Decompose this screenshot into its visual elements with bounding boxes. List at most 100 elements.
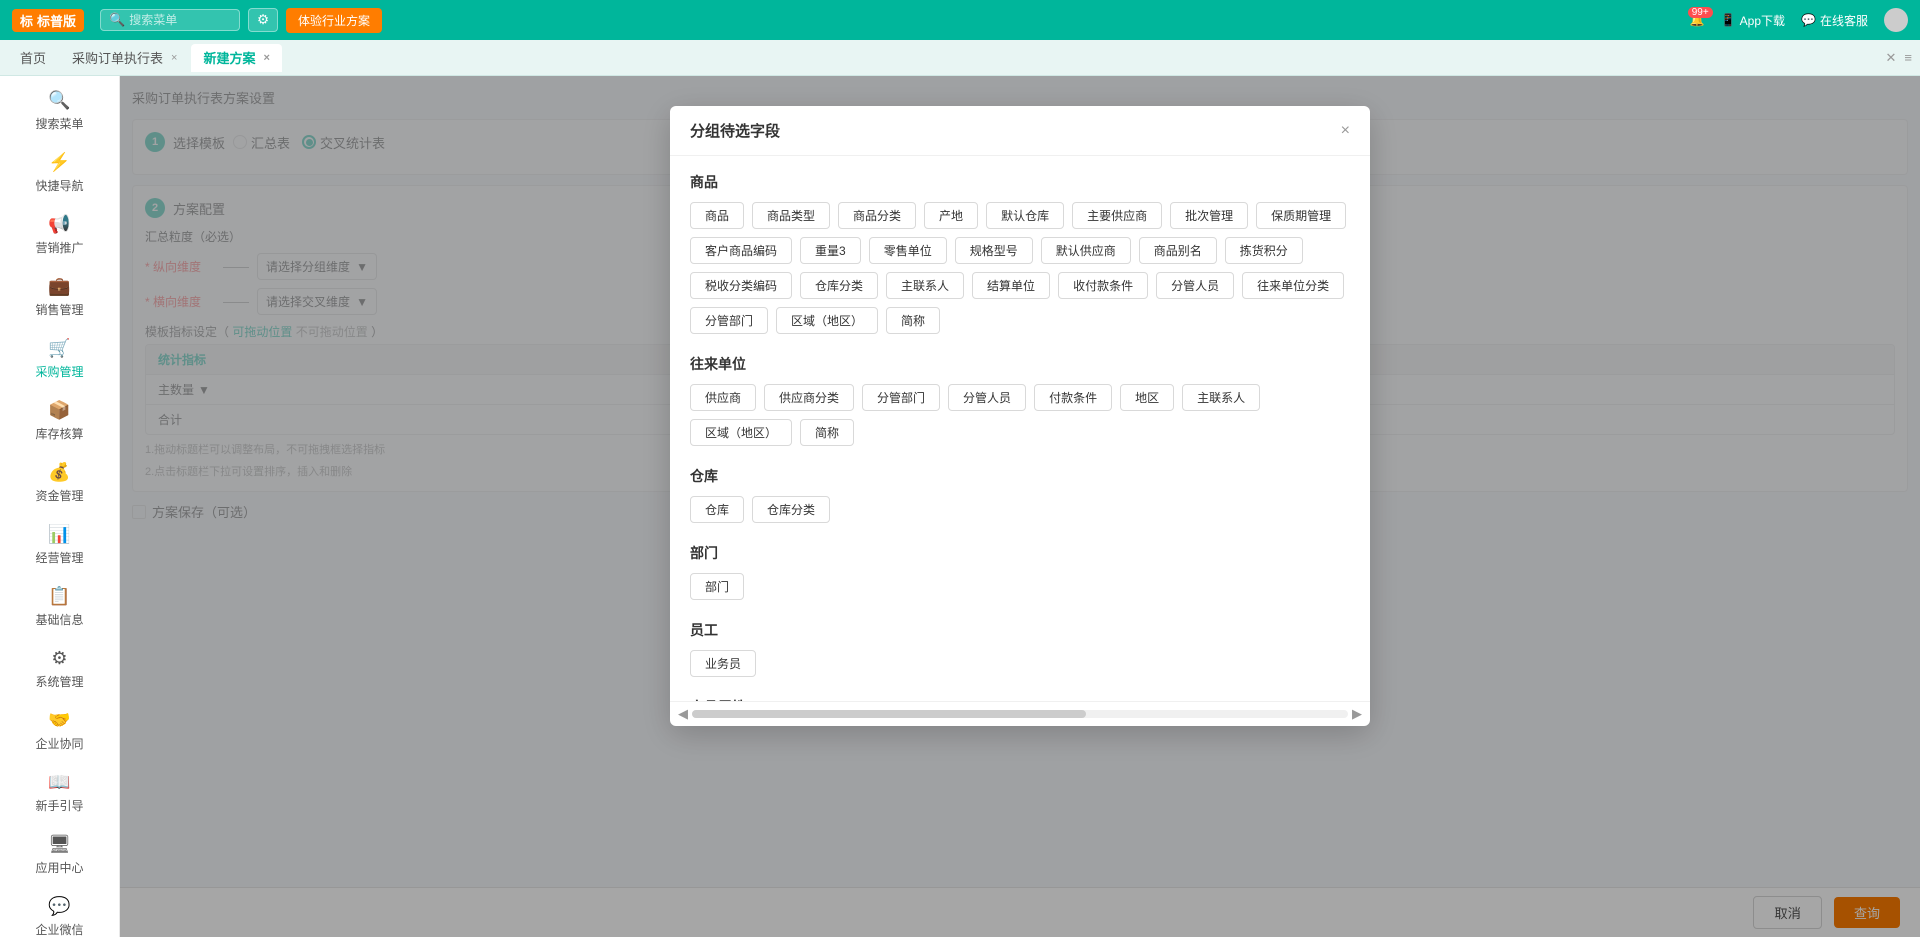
- sidebar-item-system-label: 系统管理: [35, 673, 83, 690]
- field-tag[interactable]: 分管人员: [948, 384, 1026, 411]
- field-tag[interactable]: 区域（地区）: [690, 419, 792, 446]
- tab-bar-right: ✕ ≡: [1886, 50, 1913, 66]
- field-tag[interactable]: 默认仓库: [986, 202, 1064, 229]
- search-box[interactable]: 🔍: [100, 9, 240, 31]
- field-tag[interactable]: 规格型号: [955, 237, 1033, 264]
- service-icon: 💬: [1801, 13, 1816, 27]
- tab-purchase-close-icon[interactable]: ×: [171, 52, 177, 64]
- tab-home[interactable]: 首页: [8, 44, 58, 72]
- field-tag[interactable]: 仓库分类: [752, 496, 830, 523]
- modal-hscroll[interactable]: ◀ ▶: [670, 701, 1370, 726]
- download-button[interactable]: 📱 App下载: [1721, 12, 1785, 29]
- field-tag[interactable]: 默认供应商: [1041, 237, 1131, 264]
- sidebar-item-system[interactable]: ⚙ 系统管理: [0, 638, 119, 700]
- inventory-icon: 📦: [48, 400, 70, 421]
- sidebar-item-inventory[interactable]: 📦 库存核算: [0, 390, 119, 452]
- field-tag[interactable]: 地区: [1120, 384, 1174, 411]
- tab-new-plan[interactable]: 新建方案 ×: [191, 44, 281, 72]
- field-tag[interactable]: 分管人员: [1156, 272, 1234, 299]
- sidebar-item-quick-nav[interactable]: ⚡ 快捷导航: [0, 142, 119, 204]
- avatar[interactable]: [1884, 8, 1908, 32]
- field-tag[interactable]: 主联系人: [1182, 384, 1260, 411]
- sidebar-item-sales[interactable]: 💼 销售管理: [0, 266, 119, 328]
- field-tag[interactable]: 商品类型: [752, 202, 830, 229]
- tab-new-plan-close-icon[interactable]: ×: [263, 52, 269, 64]
- sidebar-item-basic[interactable]: 📋 基础信息: [0, 576, 119, 638]
- guide-icon: 📖: [48, 772, 70, 793]
- field-tag[interactable]: 商品别名: [1139, 237, 1217, 264]
- field-tag[interactable]: 商品分类: [838, 202, 916, 229]
- field-tag[interactable]: 主要供应商: [1072, 202, 1162, 229]
- operations-icon: 📊: [48, 524, 70, 545]
- sidebar-item-purchase[interactable]: 🛒 采购管理: [0, 328, 119, 390]
- field-tag[interactable]: 零售单位: [869, 237, 947, 264]
- main-layout: 🔍 搜索菜单 ⚡ 快捷导航 📢 营销推广 💼 销售管理 🛒 采购管理 📦 库存核…: [0, 76, 1920, 937]
- field-tag[interactable]: 主联系人: [886, 272, 964, 299]
- download-label: App下载: [1740, 12, 1785, 29]
- field-tag[interactable]: 简称: [800, 419, 854, 446]
- field-tag[interactable]: 仓库: [690, 496, 744, 523]
- field-tag[interactable]: 产地: [924, 202, 978, 229]
- sidebar-item-finance[interactable]: 💰 资金管理: [0, 452, 119, 514]
- marketing-icon: 📢: [48, 214, 70, 235]
- field-tag[interactable]: 分管部门: [862, 384, 940, 411]
- field-selection-modal: 分组待选字段 × 商品 商品 商品类型 商品分类 产地 默认仓库: [670, 106, 1370, 726]
- field-tag[interactable]: 部门: [690, 573, 744, 600]
- sidebar-item-inventory-label: 库存核算: [35, 425, 83, 442]
- sidebar-item-marketing[interactable]: 📢 营销推广: [0, 204, 119, 266]
- field-tag[interactable]: 客户商品编码: [690, 237, 792, 264]
- sidebar-item-collab[interactable]: 🤝 企业协同: [0, 700, 119, 762]
- tab-close-all-icon[interactable]: ✕: [1886, 50, 1897, 66]
- field-tag[interactable]: 分管部门: [690, 307, 768, 334]
- purchase-icon: 🛒: [48, 338, 70, 359]
- search-icon: 🔍: [109, 12, 125, 28]
- group-partner-fields: 供应商 供应商分类 分管部门 分管人员 付款条件 地区 主联系人 区域（地区） …: [690, 384, 1350, 446]
- field-tag[interactable]: 税收分类编码: [690, 272, 792, 299]
- tab-more-icon[interactable]: ≡: [1904, 50, 1912, 65]
- sidebar-item-operations[interactable]: 📊 经营管理: [0, 514, 119, 576]
- notice-button[interactable]: 🔔 99+: [1690, 13, 1705, 27]
- wechat-icon: 💬: [48, 896, 70, 917]
- field-tag[interactable]: 收付款条件: [1058, 272, 1148, 299]
- field-tag[interactable]: 仓库分类: [800, 272, 878, 299]
- group-goods-fields: 商品 商品类型 商品分类 产地 默认仓库 主要供应商 批次管理 保质期管理 客户…: [690, 202, 1350, 334]
- sidebar-item-apps[interactable]: 🖥 应用中心: [0, 824, 119, 886]
- tab-purchase-list[interactable]: 采购订单执行表 ×: [60, 44, 189, 72]
- field-tag[interactable]: 往来单位分类: [1242, 272, 1344, 299]
- system-icon: ⚙: [51, 648, 67, 669]
- field-tag[interactable]: 商品: [690, 202, 744, 229]
- hscroll-thumb[interactable]: [692, 710, 1086, 718]
- group-goods: 商品 商品 商品类型 商品分类 产地 默认仓库 主要供应商 批次管理 保质期管理…: [690, 172, 1350, 334]
- modal-body[interactable]: 商品 商品 商品类型 商品分类 产地 默认仓库 主要供应商 批次管理 保质期管理…: [670, 156, 1370, 701]
- search-input[interactable]: [129, 13, 229, 27]
- field-tag[interactable]: 业务员: [690, 650, 756, 677]
- field-tag[interactable]: 供应商分类: [764, 384, 854, 411]
- sidebar-item-search-label: 搜索菜单: [35, 115, 83, 132]
- service-button[interactable]: 💬 在线客服: [1801, 12, 1868, 29]
- sales-icon: 💼: [48, 276, 70, 297]
- field-tag[interactable]: 付款条件: [1034, 384, 1112, 411]
- group-staff-title: 员工: [690, 620, 1350, 640]
- trial-button[interactable]: 体验行业方案: [286, 8, 382, 33]
- sidebar-item-basic-label: 基础信息: [35, 611, 83, 628]
- group-partner: 往来单位 供应商 供应商分类 分管部门 分管人员 付款条件 地区 主联系人 区域…: [690, 354, 1350, 446]
- hscroll-track[interactable]: [692, 710, 1348, 718]
- field-tag[interactable]: 批次管理: [1170, 202, 1248, 229]
- hscroll-left-arrow[interactable]: ◀: [678, 706, 688, 722]
- field-tag[interactable]: 结算单位: [972, 272, 1050, 299]
- field-tag[interactable]: 重量3: [800, 237, 861, 264]
- gear-button[interactable]: ⚙: [248, 8, 278, 32]
- app-logo: 标 标普版: [12, 9, 84, 32]
- hscroll-right-arrow[interactable]: ▶: [1352, 706, 1362, 722]
- field-tag[interactable]: 简称: [886, 307, 940, 334]
- sidebar-item-guide[interactable]: 📖 新手引导: [0, 762, 119, 824]
- sidebar-item-wechat[interactable]: 💬 企业微信: [0, 886, 119, 937]
- field-tag[interactable]: 拣货积分: [1225, 237, 1303, 264]
- field-tag[interactable]: 区域（地区）: [776, 307, 878, 334]
- field-tag[interactable]: 供应商: [690, 384, 756, 411]
- quick-nav-icon: ⚡: [48, 152, 70, 173]
- modal-close-button[interactable]: ×: [1341, 122, 1350, 140]
- field-tag[interactable]: 保质期管理: [1256, 202, 1346, 229]
- sidebar-item-search[interactable]: 🔍 搜索菜单: [0, 80, 119, 142]
- notice-badge: 99+: [1688, 7, 1713, 18]
